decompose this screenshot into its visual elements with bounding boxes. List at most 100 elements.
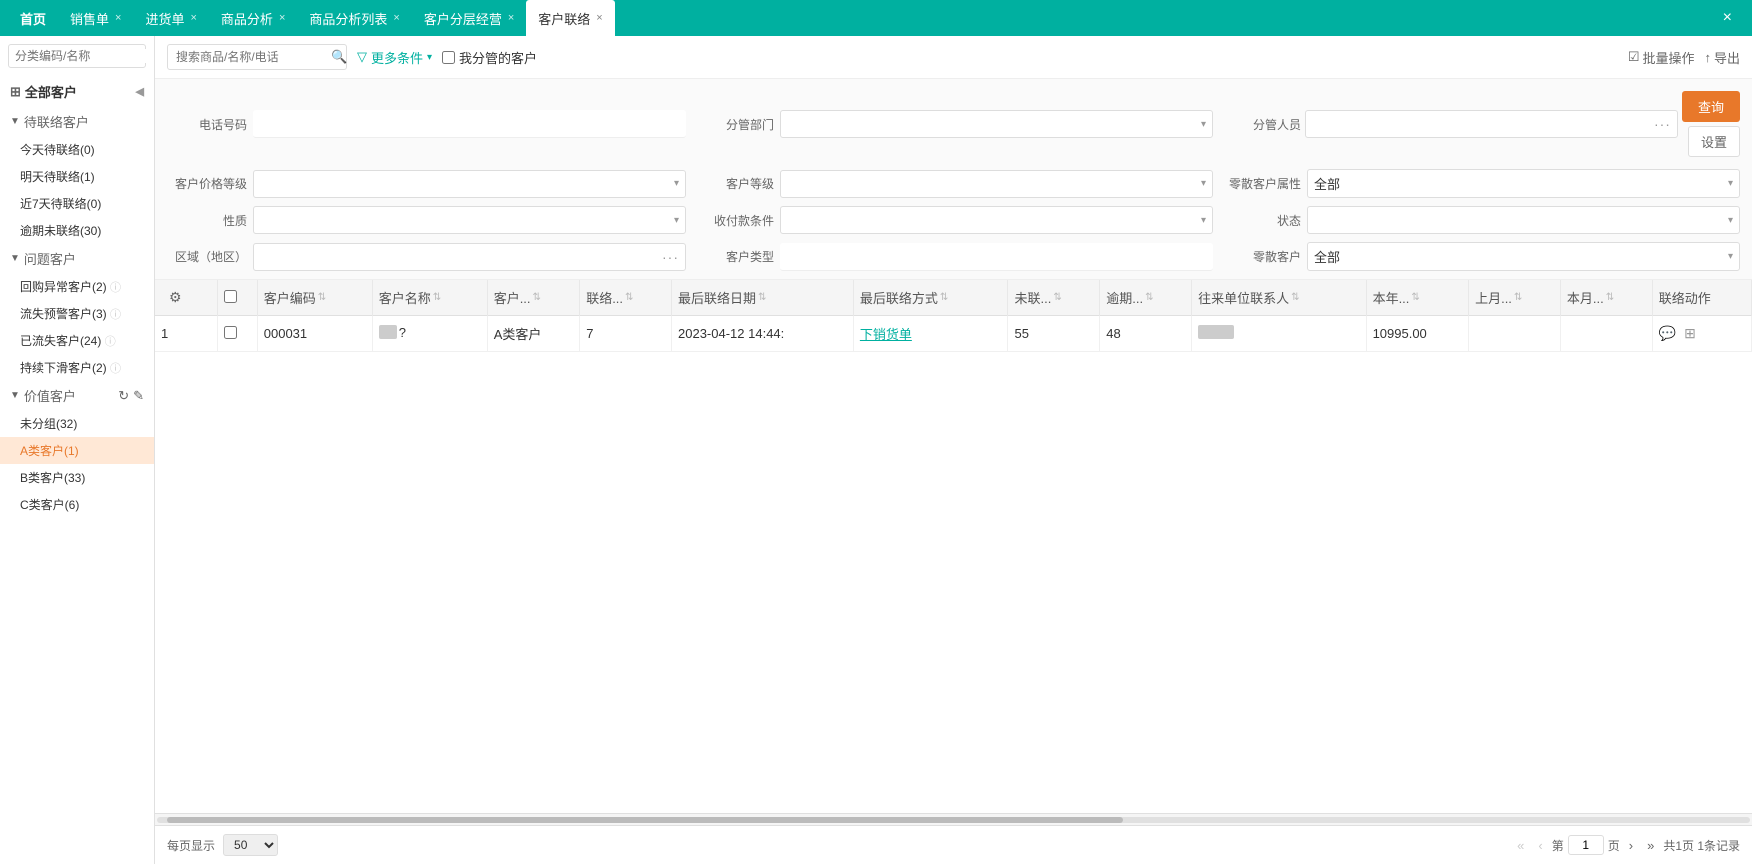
th-contact[interactable]: 联络... ⇅ xyxy=(580,280,672,316)
grid-action-icon[interactable]: ⊞ xyxy=(1684,325,1696,342)
section-pending-contact[interactable]: ▼ 待联络客户 xyxy=(0,107,154,136)
filter-row-region: 区域（地区） ··· xyxy=(167,242,686,271)
last-page-button[interactable]: » xyxy=(1642,836,1659,855)
sidebar-item-a-customers[interactable]: A类客户(1) xyxy=(0,437,154,464)
chevron-nature-icon: ▾ xyxy=(674,215,679,226)
th-settings[interactable]: ⚙ xyxy=(155,280,218,316)
payment-select[interactable]: ▾ xyxy=(780,206,1213,234)
nav-customer-contact[interactable]: 客户联络 × xyxy=(526,0,614,36)
dept-select[interactable]: ▾ xyxy=(780,110,1213,138)
filter-row-phone: 电话号码 xyxy=(167,87,686,161)
filter-row-person: 分管人员 ··· 查询 设置 xyxy=(1221,87,1740,161)
query-button[interactable]: 查询 xyxy=(1682,91,1740,122)
edit-icon[interactable]: ✎ xyxy=(133,388,144,404)
sidebar-search-input[interactable] xyxy=(15,49,155,63)
my-customers-check[interactable] xyxy=(442,51,455,64)
region-select[interactable]: ··· xyxy=(253,243,686,271)
select-all-checkbox[interactable] xyxy=(224,290,237,303)
sidebar: 🔍 ⊞ 全部客户 ◀ ▼ 待联络客户 今天待联络(0) 明天待联络(1) 近7天… xyxy=(0,36,155,864)
th-name[interactable]: 客户名称 ⇅ xyxy=(372,280,487,316)
filter-row-customer-level: 客户等级 ▾ xyxy=(694,169,1213,198)
page-number-input[interactable] xyxy=(1568,835,1604,855)
close-analysis-list-icon[interactable]: × xyxy=(393,12,399,24)
customer-level-select[interactable]: ▾ xyxy=(780,170,1213,198)
retail-customer-select[interactable]: 全部 ▾ xyxy=(1307,242,1740,271)
nature-select[interactable]: ▾ xyxy=(253,206,686,234)
nav-customer-segment[interactable]: 客户分层经营 × xyxy=(412,0,526,36)
person-select[interactable]: ··· xyxy=(1305,110,1678,138)
section-problem-customers[interactable]: ▼ 问题客户 xyxy=(0,244,154,273)
th-uncontacted[interactable]: 未联... ⇅ xyxy=(1008,280,1100,316)
window-close-button[interactable]: × xyxy=(1711,9,1744,27)
th-action: 联络动作 xyxy=(1652,280,1751,316)
page-size-label: 每页显示 xyxy=(167,837,215,854)
my-customers-checkbox[interactable]: 我分管的客户 xyxy=(442,48,537,67)
sidebar-item-overdue-contact[interactable]: 逾期未联络(30) xyxy=(0,217,154,244)
status-select[interactable]: ▾ xyxy=(1307,206,1740,234)
filter-row-payment: 收付款条件 ▾ xyxy=(694,206,1213,234)
nav-analysis[interactable]: 商品分析 × xyxy=(209,0,297,36)
refresh-icon[interactable]: ↻ xyxy=(118,388,129,404)
th-last-date[interactable]: 最后联络日期 ⇅ xyxy=(672,280,854,316)
export-button[interactable]: ↑ 导出 xyxy=(1704,48,1740,67)
sidebar-item-c-customers[interactable]: C类客户(6) xyxy=(0,491,154,518)
comment-action-icon[interactable]: 💬 xyxy=(1659,325,1676,342)
horizontal-scrollbar[interactable] xyxy=(155,813,1752,825)
sidebar-item-repurchase-abnormal[interactable]: 回购异常客户(2) ⓘ xyxy=(0,273,154,300)
th-contact-person[interactable]: 往来单位联系人 ⇅ xyxy=(1192,280,1366,316)
customer-table: ⚙ 客户编码 ⇅ 客户名称 xyxy=(155,280,1752,352)
page-size-select[interactable]: 50 100 200 xyxy=(223,834,278,856)
close-analysis-icon[interactable]: × xyxy=(279,12,285,24)
sort-last-method-icon: ⇅ xyxy=(940,292,948,303)
nav-home[interactable]: 首页 xyxy=(8,0,58,36)
prev-page-button[interactable]: ‹ xyxy=(1533,836,1547,855)
scrollbar-thumb[interactable] xyxy=(167,817,1123,823)
sidebar-item-declining[interactable]: 持续下滑客户(2) ⓘ xyxy=(0,354,154,381)
arrow-down-icon3: ▼ xyxy=(10,390,20,401)
last-method-link[interactable]: 下销货单 xyxy=(860,327,912,342)
sidebar-item-churned[interactable]: 已流失客户(24) ⓘ xyxy=(0,327,154,354)
th-year[interactable]: 本年... ⇅ xyxy=(1366,280,1469,316)
row-checkbox[interactable] xyxy=(224,326,237,339)
close-sales-icon[interactable]: × xyxy=(115,12,121,24)
more-filters-button[interactable]: ▽ 更多条件 ▾ xyxy=(357,48,432,67)
top-nav: 首页 销售单 × 进货单 × 商品分析 × 商品分析列表 × 客户分层经营 × … xyxy=(0,0,1752,36)
nav-sales[interactable]: 销售单 × xyxy=(58,0,133,36)
sidebar-all-customers[interactable]: ⊞ 全部客户 ◀ xyxy=(0,76,154,107)
settings-button[interactable]: 设置 xyxy=(1688,126,1740,157)
sidebar-item-churn-warning[interactable]: 流失预警客户(3) ⓘ xyxy=(0,300,154,327)
th-this-month[interactable]: 本月... ⇅ xyxy=(1560,280,1652,316)
sidebar-item-ungrouped[interactable]: 未分组(32) xyxy=(0,410,154,437)
close-customer-contact-icon[interactable]: × xyxy=(596,12,602,24)
sidebar-item-today-contact[interactable]: 今天待联络(0) xyxy=(0,136,154,163)
filter-row-customer-type: 客户类型 xyxy=(694,242,1213,271)
th-last-month[interactable]: 上月... ⇅ xyxy=(1469,280,1561,316)
sidebar-item-tomorrow-contact[interactable]: 明天待联络(1) xyxy=(0,163,154,190)
cell-last-method: 下销货单 xyxy=(853,316,1008,352)
retail-attr-select[interactable]: 全部 ▾ xyxy=(1307,169,1740,198)
cell-index: 1 xyxy=(155,316,218,352)
filter-row-dept: 分管部门 ▾ xyxy=(694,87,1213,161)
table-settings-icon[interactable]: ⚙ xyxy=(161,283,190,311)
filter-search-input[interactable] xyxy=(176,50,331,64)
th-last-method[interactable]: 最后联络方式 ⇅ xyxy=(853,280,1008,316)
next-page-button[interactable]: › xyxy=(1624,836,1638,855)
nav-purchase[interactable]: 进货单 × xyxy=(133,0,208,36)
th-type[interactable]: 客户... ⇅ xyxy=(487,280,580,316)
sidebar-item-7day-contact[interactable]: 近7天待联络(0) xyxy=(0,190,154,217)
th-code[interactable]: 客户编码 ⇅ xyxy=(257,280,372,316)
close-purchase-icon[interactable]: × xyxy=(190,12,196,24)
first-page-button[interactable]: « xyxy=(1512,836,1529,855)
sidebar-item-b-customers[interactable]: B类客户(33) xyxy=(0,464,154,491)
nav-analysis-list[interactable]: 商品分析列表 × xyxy=(297,0,411,36)
price-level-select[interactable]: ▾ xyxy=(253,170,686,198)
batch-ops-button[interactable]: ☑ 批量操作 xyxy=(1628,48,1695,67)
section-value-customers: ▼ 价值客户 ↻ ✎ xyxy=(0,381,154,410)
close-customer-segment-icon[interactable]: × xyxy=(508,12,514,24)
customer-type-input[interactable] xyxy=(780,243,1213,271)
filter-row-retail-attr: 零散客户属性 全部 ▾ xyxy=(1221,169,1740,198)
phone-input[interactable] xyxy=(253,110,686,138)
grid-icon: ⊞ xyxy=(10,84,21,100)
th-overdue[interactable]: 逾期... ⇅ xyxy=(1100,280,1192,316)
main-layout: 🔍 ⊞ 全部客户 ◀ ▼ 待联络客户 今天待联络(0) 明天待联络(1) 近7天… xyxy=(0,36,1752,864)
